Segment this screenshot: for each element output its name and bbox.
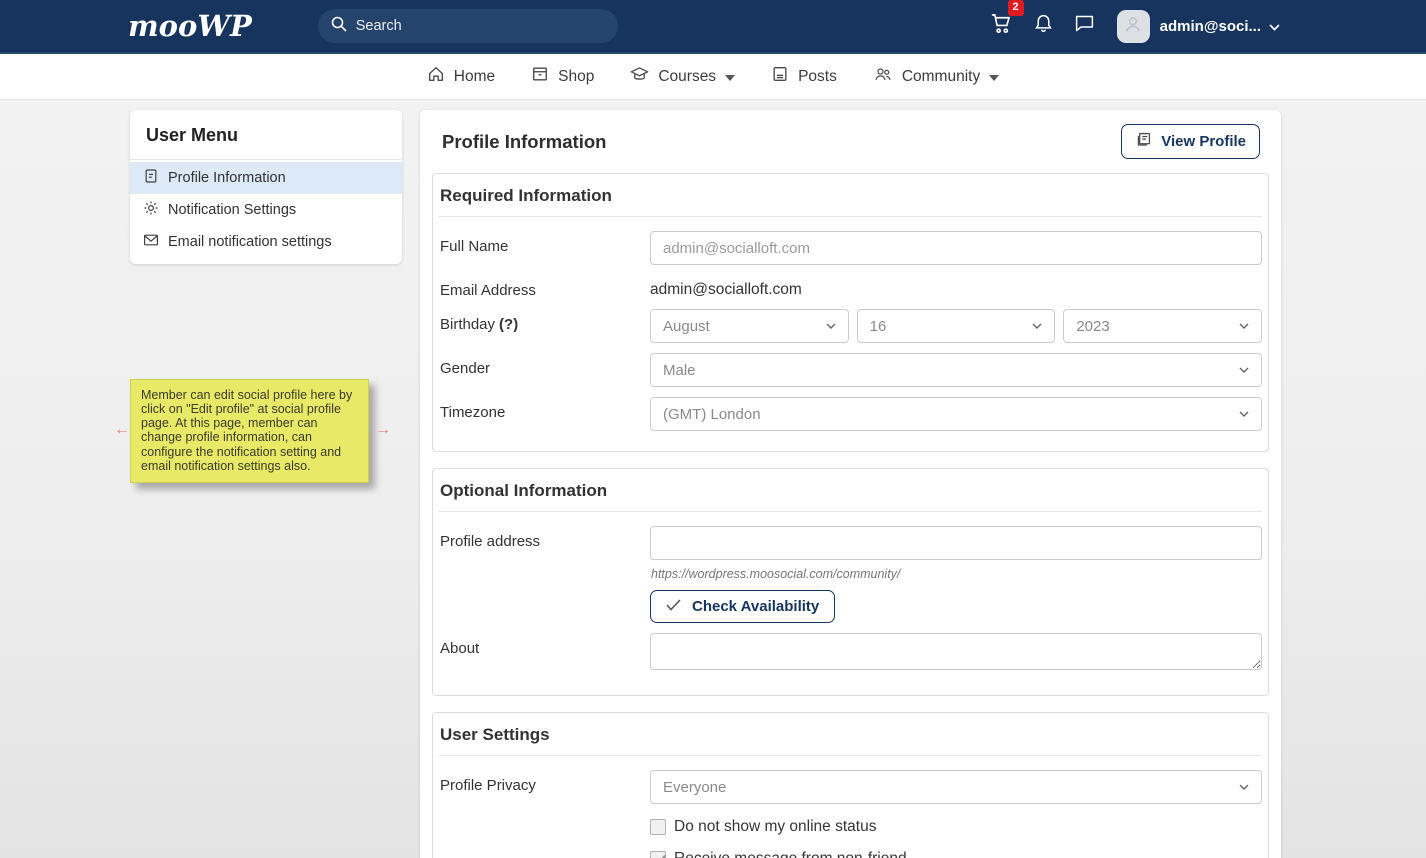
section-heading: Optional Information	[439, 481, 1262, 512]
view-profile-button[interactable]: View Profile	[1121, 124, 1260, 159]
chevron-down-icon	[1239, 367, 1249, 373]
chevron-down-icon	[826, 323, 836, 329]
caret-down-icon	[989, 68, 1000, 86]
user-menu-title: User Menu	[130, 110, 402, 160]
sidebar-item-profile-information[interactable]: Profile Information	[130, 162, 402, 194]
receive-message-checkbox[interactable]	[650, 851, 666, 858]
graduation-cap-icon	[630, 65, 649, 88]
online-status-checkbox[interactable]	[650, 819, 666, 835]
gender-select[interactable]: Male	[650, 353, 1262, 387]
main-nav: Home Shop Courses Posts Community	[0, 54, 1426, 100]
profile-address-hint: https://wordpress.moosocial.com/communit…	[651, 567, 901, 581]
birthday-year-select[interactable]: 2023	[1063, 309, 1263, 343]
search-box[interactable]	[317, 9, 618, 43]
nav-item-courses[interactable]: Courses	[630, 65, 736, 88]
profile-address-field[interactable]	[650, 526, 1262, 560]
timezone-label: Timezone	[440, 404, 506, 421]
nav-item-community[interactable]: Community	[873, 65, 1000, 88]
timezone-select[interactable]: (GMT) London	[650, 397, 1262, 431]
community-icon	[873, 65, 893, 88]
optional-information-section: Optional Information Profile address htt…	[432, 468, 1269, 696]
required-information-section: Required Information Full Name Email Add…	[432, 173, 1269, 452]
chevron-down-icon	[1032, 323, 1042, 329]
person-icon	[1122, 13, 1144, 40]
email-address-value: admin@socialloft.com	[650, 281, 802, 298]
document-icon	[143, 168, 159, 188]
top-header: mooWP 2	[0, 0, 1426, 54]
chat-icon	[1074, 13, 1095, 39]
chevron-down-icon	[1239, 323, 1249, 329]
section-heading: User Settings	[439, 725, 1262, 756]
chevron-down-icon	[1269, 18, 1280, 35]
shop-icon	[531, 65, 549, 88]
profile-privacy-select[interactable]: Everyone	[650, 770, 1262, 804]
about-field[interactable]	[650, 633, 1262, 670]
cart-button[interactable]: 2	[980, 0, 1024, 40]
full-name-label: Full Name	[440, 238, 509, 255]
email-address-label: Email Address	[440, 282, 536, 299]
page: mooWP 2	[0, 0, 1426, 858]
full-name-field[interactable]	[650, 231, 1262, 265]
caret-down-icon	[725, 68, 736, 86]
profile-panel: Profile Information View Profile Require…	[420, 110, 1281, 858]
messages-button[interactable]	[1064, 13, 1105, 39]
search-input[interactable]	[355, 18, 605, 34]
profile-privacy-label: Profile Privacy	[440, 777, 536, 794]
nav-item-posts[interactable]: Posts	[771, 65, 837, 88]
annotation-note: Member can edit social profile here by c…	[130, 379, 369, 483]
pages-icon	[1135, 131, 1152, 152]
chevron-down-icon	[1239, 411, 1249, 417]
bell-icon	[1033, 13, 1054, 39]
account-menu[interactable]: admin@soci...	[1160, 18, 1280, 35]
user-menu-card: User Menu Profile Information Notificati…	[130, 110, 402, 264]
user-settings-section: User Settings Profile Privacy Everyone D…	[432, 712, 1269, 858]
receive-message-checkbox-row[interactable]: Receive message from non-friend	[650, 850, 1262, 858]
receive-message-checkbox-label: Receive message from non-friend	[674, 850, 907, 858]
page-title: Profile Information	[442, 130, 607, 152]
note-arrow-left-icon: ←	[114, 421, 130, 438]
check-icon	[666, 598, 681, 615]
chevron-down-icon	[1239, 784, 1249, 790]
account-username: admin@soci...	[1159, 17, 1261, 35]
profile-address-label: Profile address	[440, 533, 541, 550]
envelope-icon	[143, 232, 159, 252]
online-status-checkbox-row[interactable]: Do not show my online status	[650, 818, 1262, 836]
section-heading: Required Information	[439, 186, 1262, 217]
gear-icon	[143, 200, 159, 220]
nav-item-shop[interactable]: Shop	[531, 65, 594, 88]
birthday-label: Birthday (?)	[440, 316, 519, 333]
note-arrow-right-icon: →	[375, 421, 391, 438]
cart-badge: 2	[1007, 0, 1024, 17]
birthday-month-select[interactable]: August	[650, 309, 849, 343]
home-icon	[427, 65, 445, 88]
sidebar-item-email-notification-settings[interactable]: Email notification settings	[130, 226, 402, 258]
avatar[interactable]	[1116, 9, 1150, 43]
search-icon	[331, 16, 347, 37]
annotation: ← Member can edit social profile here by…	[114, 379, 402, 483]
birthday-help-icon[interactable]: (?)	[499, 316, 518, 333]
posts-icon	[771, 65, 789, 88]
birthday-day-select[interactable]: 16	[856, 309, 1056, 343]
notifications-button[interactable]	[1023, 13, 1064, 39]
nav-item-home[interactable]: Home	[427, 65, 495, 88]
sidebar-item-notification-settings[interactable]: Notification Settings	[130, 194, 402, 226]
check-availability-button[interactable]: Check Availability	[650, 590, 836, 623]
about-label: About	[440, 640, 480, 657]
site-logo[interactable]: mooWP	[128, 9, 252, 43]
gender-label: Gender	[440, 360, 491, 377]
online-status-checkbox-label: Do not show my online status	[674, 818, 877, 835]
cart-icon	[990, 12, 1013, 40]
left-column: User Menu Profile Information Notificati…	[114, 110, 402, 483]
